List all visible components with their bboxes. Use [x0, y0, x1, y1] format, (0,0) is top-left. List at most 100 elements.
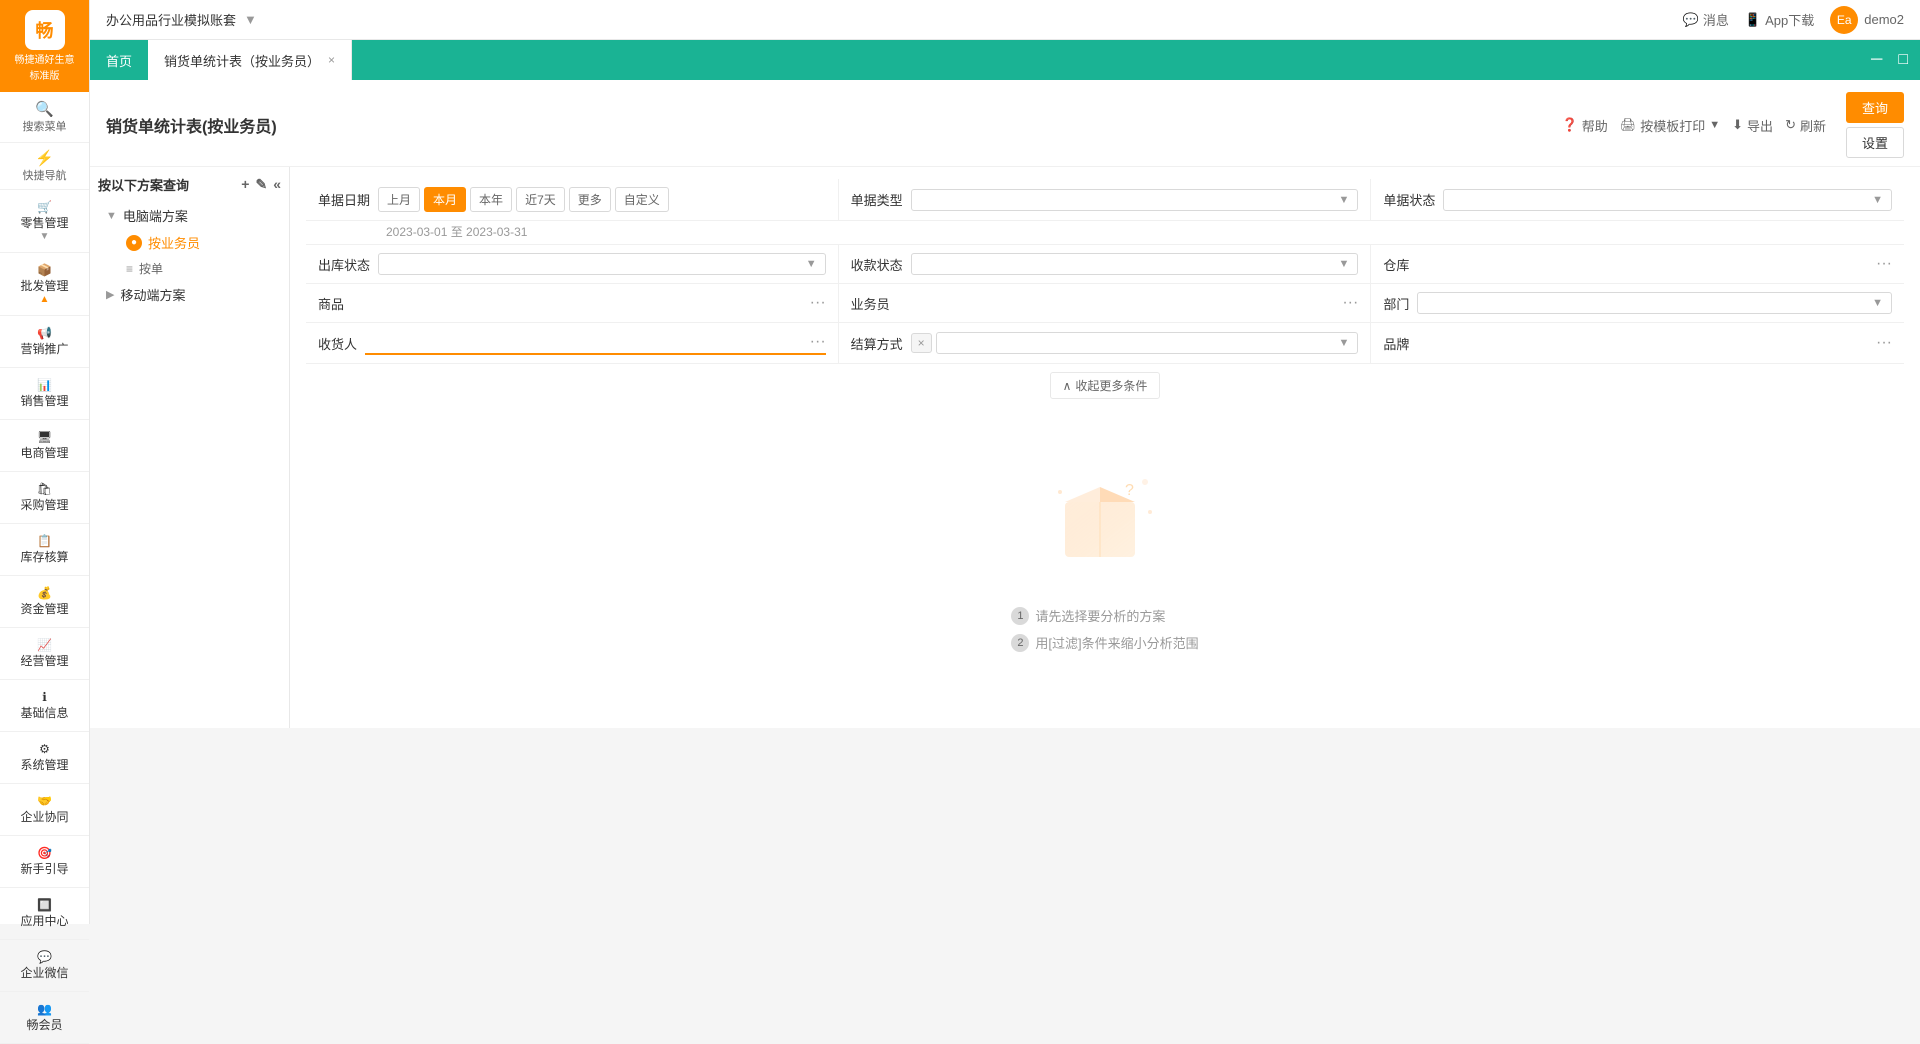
tree-item-salesman[interactable]: ● 按业务员 [118, 229, 281, 256]
last7-btn[interactable]: 近7天 [516, 187, 565, 212]
warehouse-label: 仓库 [1383, 255, 1409, 274]
sidebar-item-basic[interactable]: ℹ 基础信息 [0, 680, 89, 732]
export-btn[interactable]: ⬇ 导出 [1732, 116, 1773, 135]
more-date-btn[interactable]: 更多 [569, 187, 611, 212]
sidebar-item-marketing[interactable]: 📢 营销推广 [0, 316, 89, 368]
dept-label: 部门 [1383, 294, 1409, 313]
outstatus-arrow-icon: ▼ [806, 258, 817, 270]
add-scheme-icon[interactable]: + [241, 176, 249, 193]
sidebar-item-member[interactable]: 👥 畅会员 [0, 992, 89, 1044]
filter-cell-date: 单据日期 上月 本月 本年 近7天 更多 自定义 [306, 179, 839, 220]
quicknav-icon: ⚡ [35, 149, 54, 167]
outstatus-label: 出库状态 [318, 255, 370, 274]
this-year-btn[interactable]: 本年 [470, 187, 512, 212]
filter-row-3: 商品 ··· 业务员 ··· 部门 [306, 284, 1904, 323]
tree-item-by-order[interactable]: ≡ 按单 [118, 256, 281, 281]
filter-cell-doctype: 单据类型 ▼ [839, 179, 1372, 220]
message-icon: 💬 [1683, 12, 1699, 28]
outstatus-select[interactable]: ▼ [378, 253, 826, 275]
search-icon: 🔍 [35, 100, 54, 118]
logo-sub: 标准版 [30, 67, 60, 82]
custom-date-btn[interactable]: 自定义 [615, 187, 669, 212]
sidebar-item-corpwx[interactable]: 💬 企业微信 [0, 940, 89, 992]
wholesale-icon: 📦 [37, 263, 52, 277]
refresh-btn[interactable]: ↻ 刷新 [1785, 116, 1826, 135]
edit-scheme-icon[interactable]: ✎ [255, 176, 267, 193]
tab-home[interactable]: 首页 [90, 40, 148, 80]
page-title-bar: 销货单统计表(按业务员) ❓ 帮助 🖨 按模板打印 ▼ ⬇ 导出 [90, 80, 1920, 167]
collapse-panel-icon[interactable]: « [273, 176, 281, 193]
sidebar-item-wholesale[interactable]: 📦 批发管理 ▲ [0, 253, 89, 316]
user-menu-btn[interactable]: Ea demo2 [1830, 6, 1904, 34]
this-month-btn[interactable]: 本月 [424, 187, 466, 212]
tab-maximize-icon[interactable]: □ [1894, 47, 1912, 73]
sidebar-item-quicknav[interactable]: ⚡ 快捷导航 [0, 143, 89, 190]
consignee-label: 收货人 [318, 334, 357, 353]
sidebar-item-finance[interactable]: 💰 资金管理 [0, 576, 89, 628]
corp-icon: 🤝 [37, 794, 52, 808]
page-content: 销货单统计表(按业务员) ❓ 帮助 🖨 按模板打印 ▼ ⬇ 导出 [90, 80, 1920, 924]
salesman-dots[interactable]: ··· [1342, 294, 1358, 312]
system-icon: ⚙ [39, 742, 50, 756]
tree-pc-scheme[interactable]: ▼ 电脑端方案 [98, 202, 281, 229]
warehouse-dots[interactable]: ··· [1876, 255, 1892, 273]
date-range-display: 2023-03-01 至 2023-03-31 [306, 221, 1904, 245]
last-month-btn[interactable]: 上月 [378, 187, 420, 212]
consignee-dots[interactable]: ··· [810, 333, 826, 351]
settlement-label: 结算方式 [851, 334, 903, 353]
empty-step-1: 1 请先选择要分析的方案 [1011, 602, 1198, 629]
settlement-select[interactable]: ▼ [936, 332, 1359, 354]
empty-step-2: 2 用[过滤]条件来缩小分析范围 [1011, 629, 1198, 656]
tab-active[interactable]: 销货单统计表（按业务员） × [148, 40, 352, 80]
collapse-filters-btn[interactable]: ∧ 收起更多条件 [1050, 372, 1161, 399]
marketing-icon: 📢 [37, 326, 52, 340]
brand-dots[interactable]: ··· [1876, 334, 1892, 352]
settlement-tag-close-icon[interactable]: × [918, 336, 925, 350]
tree-mobile-scheme[interactable]: ▶ 移动端方案 [98, 281, 281, 308]
logo-area[interactable]: 畅 畅捷通好生意 标准版 [0, 0, 89, 92]
sidebar-item-newbie[interactable]: 🎯 新手引导 [0, 836, 89, 888]
sidebar-item-ecommerce[interactable]: 🖥 电商管理 [0, 420, 89, 472]
help-icon: ❓ [1562, 117, 1578, 133]
page-actions: ❓ 帮助 🖨 按模板打印 ▼ ⬇ 导出 ↻ 刷新 [1562, 92, 1904, 158]
logo-icon: 畅 [25, 10, 65, 50]
operation-icon: 📈 [37, 638, 52, 652]
left-panel: 按以下方案查询 + ✎ « ▼ 电脑端方案 ● [90, 167, 290, 728]
receiptstatus-select[interactable]: ▼ [911, 253, 1359, 275]
doctype-select[interactable]: ▼ [911, 189, 1359, 211]
settings-button[interactable]: 设置 [1846, 127, 1904, 158]
filter-row-4: 收货人 ··· 结算方式 × [306, 323, 1904, 364]
top-header: 办公用品行业模拟账套 ▼ 💬 消息 📱 App下载 Ea demo2 [90, 0, 1920, 40]
workspace-title: 办公用品行业模拟账套 [106, 10, 236, 29]
sidebar-item-inventory[interactable]: 📋 库存核算 [0, 524, 89, 576]
sidebar-item-retail[interactable]: 🛒 零售管理 ▼ [0, 190, 89, 253]
empty-illustration: ? [1045, 467, 1165, 586]
sidebar-item-sales[interactable]: 📊 销售管理 [0, 368, 89, 420]
sidebar-item-corp[interactable]: 🤝 企业协同 [0, 784, 89, 836]
print-btn[interactable]: 🖨 按模板打印 ▼ [1620, 116, 1720, 135]
collapse-icon: ∧ [1063, 379, 1072, 393]
app-download-btn[interactable]: 📱 App下载 [1745, 10, 1814, 29]
sidebar-item-search[interactable]: 🔍 搜索菜单 [0, 92, 89, 143]
dept-select[interactable]: ▼ [1417, 292, 1892, 314]
salesman-label: 业务员 [851, 294, 890, 313]
sidebar-item-operation[interactable]: 📈 经营管理 [0, 628, 89, 680]
help-btn[interactable]: ❓ 帮助 [1562, 116, 1608, 135]
inventory-icon: 📋 [37, 534, 52, 548]
tab-close-icon[interactable]: × [328, 53, 335, 67]
sidebar-item-appstore[interactable]: 🔲 应用中心 [0, 888, 89, 940]
filter-cell-warehouse: 仓库 ··· [1371, 245, 1904, 283]
retail-icon: 🛒 [37, 200, 52, 214]
sidebar-item-system[interactable]: ⚙ 系统管理 [0, 732, 89, 784]
docstatus-select[interactable]: ▼ [1443, 189, 1892, 211]
message-btn[interactable]: 💬 消息 [1683, 10, 1729, 29]
goods-dots[interactable]: ··· [810, 294, 826, 312]
query-button[interactable]: 查询 [1846, 92, 1904, 123]
receiptstatus-arrow-icon: ▼ [1338, 258, 1349, 270]
workspace-dropdown-icon[interactable]: ▼ [244, 12, 257, 27]
svg-text:?: ? [1125, 482, 1134, 499]
sidebar-item-purchase[interactable]: 🛍 采购管理 [0, 472, 89, 524]
tab-minimize-icon[interactable]: ─ [1867, 47, 1886, 73]
header-actions: 💬 消息 📱 App下载 Ea demo2 [1683, 6, 1904, 34]
filter-cell-goods: 商品 ··· [306, 284, 839, 322]
